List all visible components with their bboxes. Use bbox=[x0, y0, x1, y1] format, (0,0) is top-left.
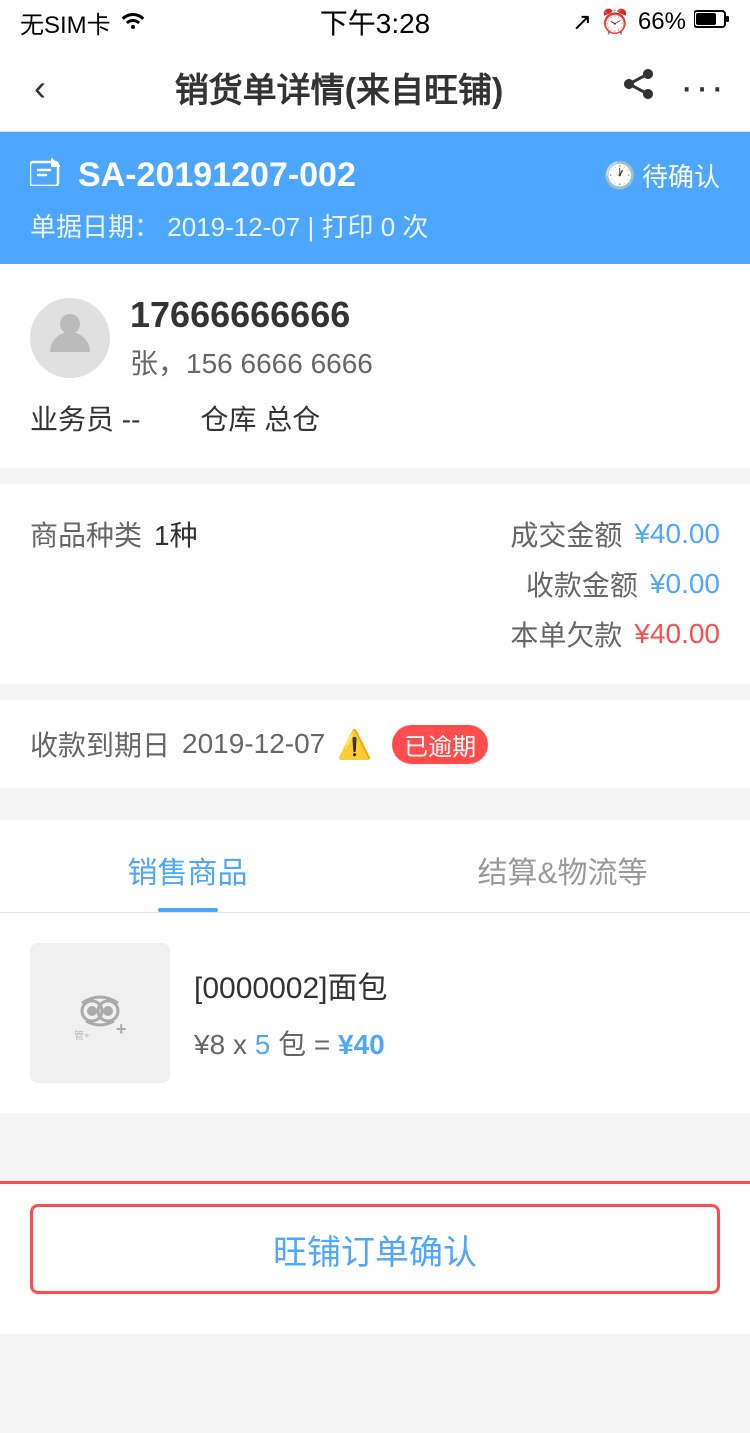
order-date-value: 2019-12-07 bbox=[167, 212, 300, 242]
share-icon[interactable] bbox=[622, 67, 656, 109]
clock-icon: 🕐 bbox=[604, 160, 636, 191]
customer-name: 张，156 6666 6666 bbox=[130, 342, 373, 382]
separator: | bbox=[307, 212, 321, 242]
due-row: 本单欠款 ¥40.00 bbox=[510, 614, 720, 654]
tab-settlement[interactable]: 结算&物流等 bbox=[375, 820, 750, 912]
date-prefix: 单据日期： bbox=[30, 212, 160, 242]
confirm-button-label: 旺铺订单确认 bbox=[273, 1225, 477, 1274]
warehouse-info: 仓库 总仓 bbox=[200, 398, 320, 438]
unit-price: ¥8 bbox=[194, 1029, 225, 1060]
product-details: [0000002]面包 ¥8 x 5 包 = ¥40 bbox=[194, 963, 720, 1063]
order-id-section: SA-20191207-002 bbox=[30, 156, 356, 195]
due-date-label: 收款到期日 bbox=[30, 724, 170, 764]
battery-icon bbox=[694, 8, 730, 36]
received-row: 收款金额 ¥0.00 bbox=[526, 564, 720, 604]
print-info: 打印 0 次 bbox=[321, 212, 428, 242]
customer-section: 17666666666 张，156 6666 6666 业务员 -- 仓库 总仓 bbox=[0, 264, 750, 468]
svg-text:+: + bbox=[116, 1019, 127, 1039]
transaction-value: ¥40.00 bbox=[634, 518, 720, 550]
status-bar-time: 下午3:28 bbox=[320, 2, 431, 42]
order-id-text: SA-20191207-002 bbox=[78, 156, 356, 195]
status-bar-left: 无SIM卡 bbox=[20, 5, 147, 40]
overdue-badge: 已逾期 bbox=[392, 725, 488, 764]
alarm-icon: ⏰ bbox=[600, 8, 630, 37]
sales-value-text: -- bbox=[122, 404, 141, 435]
product-type-value: 1种 bbox=[154, 514, 198, 554]
status-bar: 无SIM卡 下午3:28 ↗ ⏰ 66% bbox=[0, 0, 750, 44]
transaction-label: 成交金额 bbox=[510, 514, 622, 554]
product-item: + 管+ [0000002]面包 ¥8 x 5 包 = ¥40 bbox=[0, 913, 750, 1113]
more-icon[interactable]: ··· bbox=[680, 65, 726, 110]
sales-label: 业务员 bbox=[30, 404, 114, 435]
wifi-icon bbox=[119, 8, 147, 36]
due-value: ¥40.00 bbox=[634, 618, 720, 650]
tabs-row: 销售商品 结算&物流等 bbox=[0, 820, 750, 913]
received-value: ¥0.00 bbox=[650, 568, 720, 600]
multiply-sign: x bbox=[233, 1029, 255, 1060]
status-bar-right: ↗ ⏰ 66% bbox=[572, 8, 730, 37]
equals-sign: = bbox=[314, 1029, 338, 1060]
order-header-banner: SA-20191207-002 🕐 待确认 单据日期： 2019-12-07 |… bbox=[0, 132, 750, 264]
tab-sales-products[interactable]: 销售商品 bbox=[0, 820, 375, 912]
customer-info: 17666666666 张，156 6666 6666 bbox=[130, 294, 373, 382]
tabs-section: 销售商品 结算&物流等 + 管+ bbox=[0, 820, 750, 1113]
svg-text:管+: 管+ bbox=[74, 1029, 90, 1042]
unit-label: 包 bbox=[278, 1029, 306, 1060]
customer-phone: 17666666666 bbox=[130, 294, 373, 336]
tab-sales-products-label: 销售商品 bbox=[128, 857, 248, 890]
person-icon bbox=[46, 308, 94, 368]
product-type-info: 商品种类 1种 bbox=[30, 514, 198, 554]
transaction-row: 成交金额 ¥40.00 bbox=[510, 514, 720, 554]
product-price-row: ¥8 x 5 包 = ¥40 bbox=[194, 1023, 720, 1063]
due-label: 本单欠款 bbox=[510, 614, 622, 654]
carrier-label: 无SIM卡 bbox=[20, 5, 111, 40]
bottom-bar: 旺铺订单确认 bbox=[0, 1181, 750, 1334]
received-label: 收款金额 bbox=[526, 564, 638, 604]
quantity: 5 bbox=[255, 1029, 271, 1060]
nav-right-actions: ··· bbox=[622, 65, 726, 110]
order-status: 🕐 待确认 bbox=[604, 157, 720, 194]
amount-info: 成交金额 ¥40.00 收款金额 ¥0.00 本单欠款 ¥40.00 bbox=[510, 514, 720, 654]
product-total: ¥40 bbox=[338, 1029, 385, 1060]
warehouse-label: 仓库 bbox=[200, 404, 256, 435]
nav-bar: ‹ 销货单详情(来自旺铺) ··· bbox=[0, 44, 750, 132]
page-title: 销货单详情(来自旺铺) bbox=[175, 63, 504, 112]
product-thumbnail: + 管+ bbox=[30, 943, 170, 1083]
battery-label: 66% bbox=[638, 8, 686, 36]
sales-info: 业务员 -- bbox=[30, 398, 140, 438]
warehouse-value-text: 总仓 bbox=[264, 404, 320, 435]
overdue-warning-icon: ⚠️ bbox=[337, 728, 372, 761]
confirm-order-button[interactable]: 旺铺订单确认 bbox=[30, 1204, 720, 1294]
brand-logo: + 管+ bbox=[60, 983, 140, 1043]
product-name: [0000002]面包 bbox=[194, 963, 720, 1007]
section-gap-1 bbox=[0, 804, 750, 820]
location-icon: ↗ bbox=[572, 8, 592, 37]
due-date-section: 收款到期日 2019-12-07 ⚠️ 已逾期 bbox=[0, 700, 750, 788]
back-button[interactable]: ‹ bbox=[24, 57, 56, 119]
order-icon bbox=[30, 156, 66, 195]
due-date-value: 2019-12-07 bbox=[182, 728, 325, 760]
product-type-label: 商品种类 bbox=[30, 514, 142, 554]
tab-settlement-label: 结算&物流等 bbox=[477, 857, 647, 890]
order-date-row: 单据日期： 2019-12-07 | 打印 0 次 bbox=[30, 207, 720, 244]
status-label: 待确认 bbox=[642, 157, 720, 194]
summary-section: 商品种类 1种 成交金额 ¥40.00 收款金额 ¥0.00 本单欠款 ¥40.… bbox=[0, 484, 750, 684]
avatar bbox=[30, 298, 110, 378]
